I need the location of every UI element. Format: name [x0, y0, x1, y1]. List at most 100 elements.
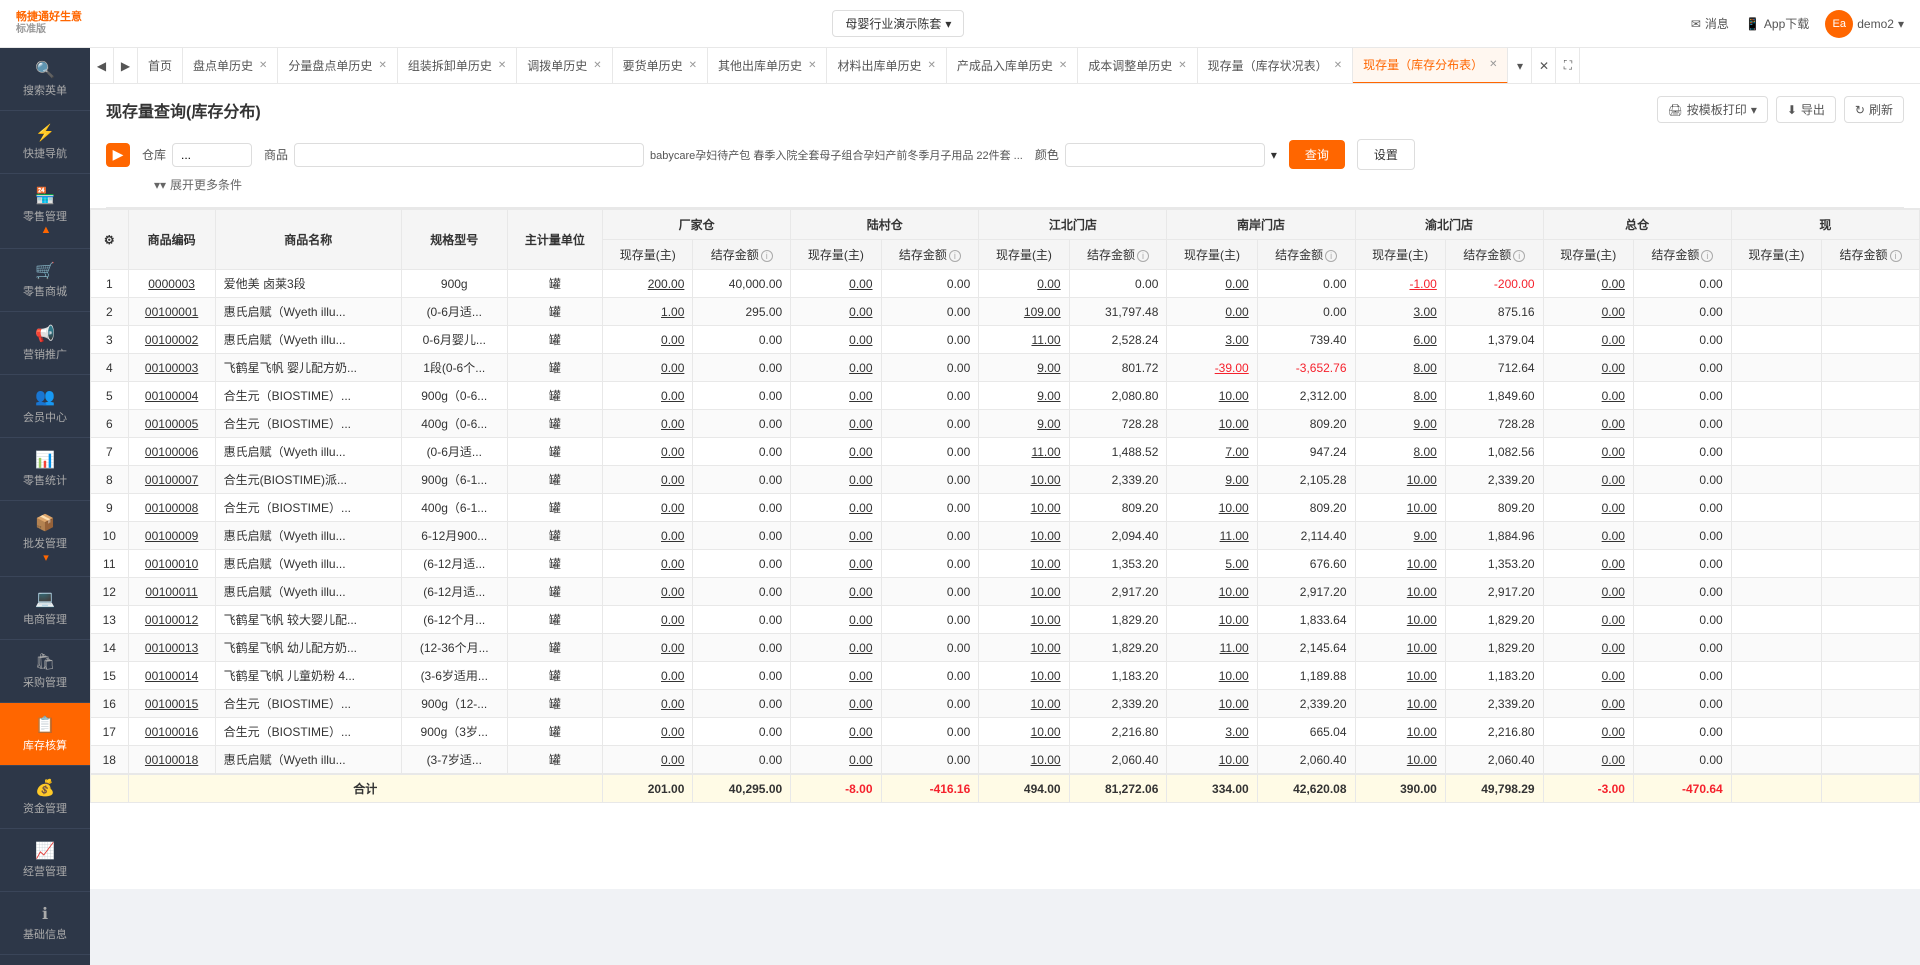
cell-code[interactable]: 00100012 [128, 606, 215, 634]
marketing-icon: 📢 [0, 324, 90, 344]
cell-value: 0.00 [693, 746, 791, 775]
cell-value: 739.40 [1257, 326, 1355, 354]
cell-code[interactable]: 00100005 [128, 410, 215, 438]
settings-btn[interactable]: 设置 [1357, 139, 1415, 170]
tab-close-7[interactable]: ✕ [927, 60, 935, 71]
sidebar-item-inventory[interactable]: 📋 库存核算 [0, 703, 90, 766]
th-settings-icon[interactable]: ⚙ [91, 210, 129, 270]
tab-close-8[interactable]: ✕ [1059, 60, 1067, 71]
sidebar-item-wholesale[interactable]: 📦 批发管理 ▾ [0, 501, 90, 577]
cell-code[interactable]: 00100002 [128, 326, 215, 354]
jiangbei-amt-info-icon[interactable]: i [1137, 250, 1149, 262]
sidebar-item-nav[interactable]: ⚡ 快捷导航 [0, 111, 90, 174]
expand-more-btn[interactable]: ▾▾ 展开更多条件 [154, 176, 242, 193]
data-table-container[interactable]: ⚙ 商品编码 商品名称 规格型号 主计量单位 厂家仓 陆村仓 江北门店 南岸门店… [90, 209, 1920, 889]
tab-prev-btn[interactable]: ◀ [90, 48, 114, 84]
cell-value: 0.00 [1543, 298, 1633, 326]
sidebar-item-basic-info[interactable]: ℹ 基础信息 [0, 892, 90, 955]
nanan-amt-info-icon[interactable]: i [1325, 250, 1337, 262]
tab-expand-btn[interactable]: ⛶ [1556, 48, 1580, 84]
cell-value: 10.00 [979, 746, 1069, 775]
tab-close-4[interactable]: ✕ [593, 60, 601, 71]
expand-toggle-btn[interactable]: ▶ [106, 143, 130, 167]
cell-code[interactable]: 00100013 [128, 634, 215, 662]
export-btn[interactable]: ⬇ 导出 [1776, 96, 1836, 123]
tab-material-out[interactable]: 材料出库单历史 ✕ [827, 48, 946, 84]
tab-stock-dist[interactable]: 现存量（库存分布表） ✕ [1353, 48, 1508, 84]
tab-close-5[interactable]: ✕ [689, 60, 697, 71]
sidebar-item-retail-mgmt[interactable]: 🏪 零售管理 ▲ [0, 174, 90, 249]
current-amt-info-icon[interactable]: i [1890, 250, 1902, 262]
tab-cost-adjust[interactable]: 成本调整单历史 ✕ [1078, 48, 1197, 84]
cell-code[interactable]: 00100011 [128, 578, 215, 606]
cell-value: 2,080.80 [1069, 382, 1167, 410]
luncun-amt-info-icon[interactable]: i [949, 250, 961, 262]
tenant-selector[interactable]: 母婴行业演示陈套 ▾ [832, 10, 964, 37]
cell-code[interactable]: 00100007 [128, 466, 215, 494]
cell-code[interactable]: 0000003 [128, 270, 215, 298]
print-btn[interactable]: 🖨 按模板打印 ▾ [1657, 96, 1768, 123]
cell-code[interactable]: 00100016 [128, 718, 215, 746]
cell-value: 0.00 [603, 550, 693, 578]
user-menu[interactable]: Ea demo2 ▾ [1825, 10, 1904, 38]
cell-code[interactable]: 00100014 [128, 662, 215, 690]
tab-sub-inventory[interactable]: 分量盘点单历史 ✕ [278, 48, 397, 84]
sidebar-item-finance[interactable]: 💰 资金管理 [0, 766, 90, 829]
zongcang-amt-info-icon[interactable]: i [1701, 250, 1713, 262]
tab-next-btn[interactable]: ▶ [114, 48, 138, 84]
tab-close-all-btn[interactable]: ✕ [1532, 48, 1556, 84]
color-input[interactable] [1065, 143, 1265, 167]
tab-close-2[interactable]: ✕ [378, 60, 386, 71]
cell-code[interactable]: 00100009 [128, 522, 215, 550]
cell-code[interactable]: 00100001 [128, 298, 215, 326]
cell-value: 2,339.20 [1445, 466, 1543, 494]
tab-stock-status[interactable]: 现存量（库存状况表） ✕ [1198, 48, 1353, 84]
cell-code[interactable]: 00100010 [128, 550, 215, 578]
sidebar-item-system[interactable]: ⚙ 系统管理 [0, 955, 90, 965]
sidebar-item-search[interactable]: 🔍 搜索英单 [0, 48, 90, 111]
cell-value: 10.00 [979, 662, 1069, 690]
tab-menu-btn[interactable]: ▾ [1508, 48, 1532, 84]
sidebar-item-ecommerce[interactable]: 💻 电商管理 [0, 577, 90, 640]
tab-home[interactable]: 首页 [138, 48, 183, 84]
sidebar-item-purchase[interactable]: 🛍 采购管理 [0, 640, 90, 703]
cell-code[interactable]: 00100003 [128, 354, 215, 382]
cell-code[interactable]: 00100018 [128, 746, 215, 775]
cell-seq: 15 [91, 662, 129, 690]
cell-value: 2,339.20 [1445, 690, 1543, 718]
sidebar-item-operations[interactable]: 📈 经营管理 [0, 829, 90, 892]
cell-value: 0.00 [881, 690, 979, 718]
cell-code[interactable]: 00100004 [128, 382, 215, 410]
tab-close-1[interactable]: ✕ [259, 60, 267, 71]
goods-input[interactable] [294, 143, 644, 167]
tab-close-9[interactable]: ✕ [1178, 60, 1186, 71]
tab-transfer[interactable]: 调拨单历史 ✕ [517, 48, 612, 84]
tab-close-10[interactable]: ✕ [1334, 60, 1342, 71]
app-download-btn[interactable]: 📱 App下载 [1745, 15, 1809, 32]
query-btn[interactable]: 查询 [1289, 140, 1345, 169]
tab-other-out[interactable]: 其他出库单历史 ✕ [708, 48, 827, 84]
tab-close-6[interactable]: ✕ [808, 60, 816, 71]
tab-close-11[interactable]: ✕ [1489, 59, 1497, 70]
cell-code[interactable]: 00100008 [128, 494, 215, 522]
cell-value: 0.00 [791, 634, 881, 662]
sidebar-item-member[interactable]: 👥 会员中心 [0, 375, 90, 438]
factory-amt-info-icon[interactable]: i [761, 250, 773, 262]
tab-close-3[interactable]: ✕ [498, 60, 506, 71]
tab-assemble[interactable]: 组装拆卸单历史 ✕ [398, 48, 517, 84]
sidebar-item-marketing[interactable]: 📢 营销推广 [0, 312, 90, 375]
tab-requisition[interactable]: 要货单历史 ✕ [613, 48, 708, 84]
message-btn[interactable]: ✉ 消息 [1691, 15, 1729, 32]
cell-code[interactable]: 00100015 [128, 690, 215, 718]
cell-total-amt [1822, 746, 1920, 775]
cell-name: 惠氏启赋（Wyeth illu... [215, 298, 401, 326]
refresh-btn[interactable]: ↻ 刷新 [1844, 96, 1904, 123]
yubei-amt-info-icon[interactable]: i [1513, 250, 1525, 262]
warehouse-input[interactable] [172, 143, 252, 167]
cell-code[interactable]: 00100006 [128, 438, 215, 466]
page-actions: 🖨 按模板打印 ▾ ⬇ 导出 ↻ 刷新 [1657, 96, 1904, 123]
sidebar-item-mall[interactable]: 🛒 零售商城 [0, 249, 90, 312]
tab-inventory-check[interactable]: 盘点单历史 ✕ [183, 48, 278, 84]
tab-finished-in[interactable]: 产成品入库单历史 ✕ [947, 48, 1078, 84]
sidebar-item-retail-stats[interactable]: 📊 零售统计 [0, 438, 90, 501]
